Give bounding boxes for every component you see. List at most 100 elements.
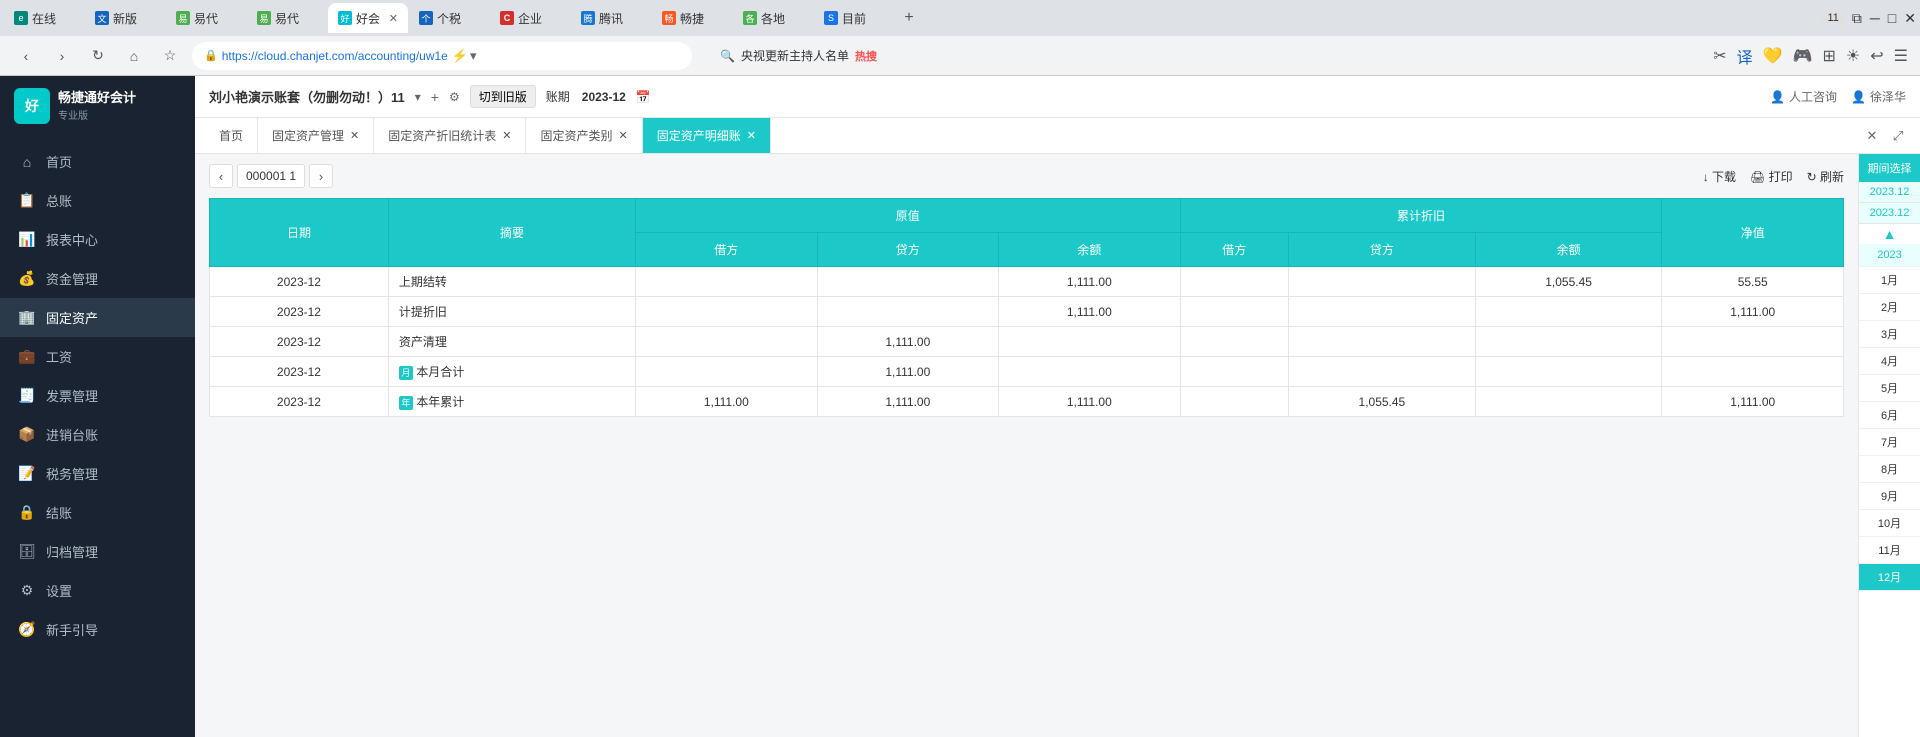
period-scroll-up[interactable]: ▲ — [1859, 224, 1920, 244]
period-item-nov[interactable]: 11月 — [1859, 537, 1920, 564]
browser-tab-changjie[interactable]: 畅 畅捷 — [652, 3, 732, 33]
sidebar-item-tax[interactable]: 📝 税务管理 — [0, 454, 195, 493]
tab-home[interactable]: 首页 — [205, 118, 258, 154]
sidebar-item-funds[interactable]: 💰 资金管理 — [0, 259, 195, 298]
sidebar-item-home[interactable]: ⌂ 首页 — [0, 142, 195, 181]
sidebar-item-closing[interactable]: 🔒 结账 — [0, 493, 195, 532]
sidebar-item-settings[interactable]: ⚙ 设置 — [0, 571, 195, 610]
top-bar-right: 👤 人工咨询 👤 徐泽华 — [1770, 88, 1906, 105]
bookmark-button[interactable]: ☆ — [156, 42, 184, 70]
menu-icon[interactable]: ☰ — [1894, 46, 1908, 66]
tab-label: 个税 — [437, 10, 461, 27]
support-button[interactable]: 👤 人工咨询 — [1770, 88, 1837, 105]
back-button[interactable]: ‹ — [12, 42, 40, 70]
period-item-apr[interactable]: 4月 — [1859, 348, 1920, 375]
tab-fixed-assets-ledger[interactable]: 固定资产明细账 ✕ — [643, 118, 771, 154]
tab-nav-close-icon[interactable]: ✕ — [1860, 124, 1884, 148]
sidebar-item-fixed-assets[interactable]: 🏢 固定资产 — [0, 298, 195, 337]
new-tab-button[interactable]: + — [895, 4, 923, 32]
download-button[interactable]: ↓ 下载 — [1703, 168, 1736, 185]
browser-tab-haokuai[interactable]: 好 好会 ✕ — [328, 3, 408, 33]
browser-tab-muqian[interactable]: S 目前 — [814, 3, 894, 33]
browser-tab-online[interactable]: e 在线 — [4, 3, 84, 33]
archive-icon: 🗄 — [18, 543, 36, 561]
brightness-icon[interactable]: ☀ — [1846, 46, 1860, 66]
period-item-dec[interactable]: 12月 — [1859, 564, 1920, 591]
reports-icon: 📊 — [18, 231, 36, 249]
browser-tab-gedi[interactable]: 各 各地 — [733, 3, 813, 33]
cell-date: 2023-12 — [210, 297, 389, 327]
browser-tab-new[interactable]: 文 新版 — [85, 3, 165, 33]
cell-orig-debit — [636, 297, 818, 327]
period-item-aug[interactable]: 8月 — [1859, 456, 1920, 483]
period-item-mar[interactable]: 3月 — [1859, 321, 1920, 348]
sidebar-item-invoice[interactable]: 🧾 发票管理 — [0, 376, 195, 415]
sidebar-item-reports[interactable]: 📊 报表中心 — [0, 220, 195, 259]
user-button[interactable]: 👤 徐泽华 — [1851, 88, 1906, 105]
th-acc-credit: 贷方 — [1289, 233, 1476, 267]
grid-icon[interactable]: ⊞ — [1823, 46, 1836, 66]
ledger-icon: 📋 — [18, 192, 36, 210]
period-item-jul[interactable]: 7月 — [1859, 429, 1920, 456]
switch-version-button[interactable]: 切到旧版 — [470, 85, 536, 108]
add-company-button[interactable]: + — [431, 89, 439, 105]
sidebar-item-payroll[interactable]: 💼 工资 — [0, 337, 195, 376]
address-tools-icon: ⚡ — [452, 48, 468, 64]
sidebar-item-purchase-sales[interactable]: 📦 进销台账 — [0, 415, 195, 454]
cell-date: 2023-12 — [210, 387, 389, 417]
tab-fixed-assets-mgmt[interactable]: 固定资产管理 ✕ — [258, 118, 374, 154]
company-name: 刘小艳演示账套（勿删勿动！）11 — [209, 87, 405, 106]
tab-nav-expand-icon[interactable]: ⤢ — [1886, 124, 1910, 148]
period-item-oct[interactable]: 10月 — [1859, 510, 1920, 537]
reload-button[interactable]: ↻ — [84, 42, 112, 70]
calendar-icon[interactable]: 📅 — [636, 90, 651, 104]
period-item-feb[interactable]: 2月 — [1859, 294, 1920, 321]
undo-icon[interactable]: ↩ — [1870, 46, 1883, 66]
browser-tab-geshui[interactable]: 个 个税 — [409, 3, 489, 33]
company-settings-icon[interactable]: ⚙ — [449, 90, 460, 104]
tab-list-icon[interactable]: ⧉ — [1852, 10, 1862, 27]
browser-tab-qiye[interactable]: C 企业 — [490, 3, 570, 33]
wallet-icon[interactable]: 💛 — [1763, 46, 1783, 66]
browser-tab-tencent[interactable]: 腾 腾讯 — [571, 3, 651, 33]
company-dropdown-icon[interactable]: ▾ — [415, 90, 421, 104]
translate-icon[interactable]: 译 — [1737, 44, 1753, 68]
close-window-icon[interactable]: ✕ — [1904, 10, 1916, 27]
tab-close-depreciation[interactable]: ✕ — [502, 129, 511, 142]
forward-button[interactable]: › — [48, 42, 76, 70]
period-item-jan[interactable]: 1月 — [1859, 267, 1920, 294]
period-item-sep[interactable]: 9月 — [1859, 483, 1920, 510]
tab-close-category[interactable]: ✕ — [619, 129, 628, 142]
browser-tab-yidai1[interactable]: 易 易代 — [166, 3, 246, 33]
content-area: ‹ 000001 1 › ↓ 下载 🖨 打印 ↻ 刷新 日期 — [195, 154, 1920, 737]
sidebar-item-archive[interactable]: 🗄 归档管理 — [0, 532, 195, 571]
cell-acc-debit — [1180, 387, 1288, 417]
period-item-jun[interactable]: 6月 — [1859, 402, 1920, 429]
tab-fixed-assets-category[interactable]: 固定资产类别 ✕ — [526, 118, 642, 154]
tab-close-fixed-assets-mgmt[interactable]: ✕ — [350, 129, 359, 142]
period-item-year[interactable]: 2023 — [1859, 244, 1920, 267]
period-item-may[interactable]: 5月 — [1859, 375, 1920, 402]
sidebar-item-general-ledger[interactable]: 📋 总账 — [0, 181, 195, 220]
address-input-box[interactable]: 🔒 https://cloud.chanjet.com/accounting/u… — [192, 42, 692, 70]
home-button[interactable]: ⌂ — [120, 42, 148, 70]
fixed-assets-icon: 🏢 — [18, 309, 36, 327]
cell-orig-debit — [636, 267, 818, 297]
browser-tab-yidai2[interactable]: 易 易代 — [247, 3, 327, 33]
tab-close-ledger[interactable]: ✕ — [747, 129, 756, 142]
address-dropdown-icon[interactable]: ▾ — [470, 48, 477, 64]
prev-page-button[interactable]: ‹ — [209, 164, 233, 188]
refresh-button[interactable]: ↻ 刷新 — [1807, 168, 1844, 185]
game-icon[interactable]: 🎮 — [1793, 46, 1813, 66]
scissors-icon[interactable]: ✂ — [1713, 46, 1726, 66]
next-page-button[interactable]: › — [309, 164, 333, 188]
period-selected-start: 2023.12 — [1859, 182, 1920, 203]
tab-close-icon[interactable]: ✕ — [389, 12, 398, 25]
period-value: 2023-12 — [582, 90, 626, 104]
minimize-icon[interactable]: ─ — [1870, 10, 1880, 26]
sidebar-item-guide[interactable]: 🧭 新手引导 — [0, 610, 195, 649]
tab-fixed-assets-depreciation[interactable]: 固定资产折旧统计表 ✕ — [374, 118, 526, 154]
maximize-icon[interactable]: □ — [1888, 10, 1896, 26]
period-panel: 期间选择 2023.12 2023.12 ▲ 2023 1月 2月 3月 4月 … — [1858, 154, 1920, 737]
print-button[interactable]: 🖨 打印 — [1750, 168, 1793, 185]
